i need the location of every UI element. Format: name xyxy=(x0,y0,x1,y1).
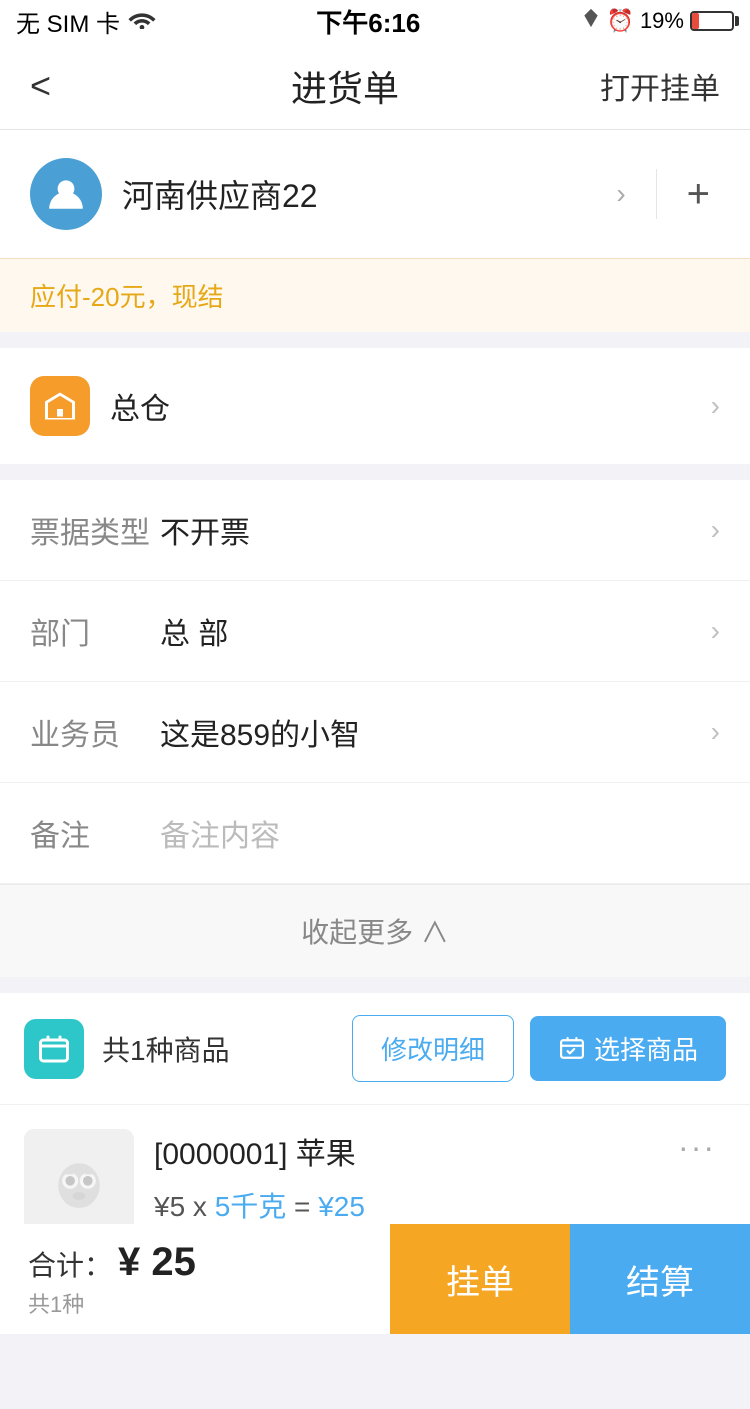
battery-icon xyxy=(690,11,734,31)
supplier-avatar xyxy=(30,158,102,230)
remark-input[interactable]: 备注内容 xyxy=(160,811,720,855)
carrier-text: 无 SIM 卡 xyxy=(16,4,120,39)
nav-bar: < 进货单 打开挂单 xyxy=(0,42,750,130)
price-qty: 5千克 xyxy=(215,1191,287,1222)
select-product-button[interactable]: 选择商品 xyxy=(530,1016,726,1081)
invoice-chevron-icon: › xyxy=(711,514,720,546)
alarm-icon: ⏰ xyxy=(607,8,634,34)
supplier-name: 河南供应商22 xyxy=(122,171,616,217)
divider xyxy=(656,169,657,219)
price-unit: ¥5 x xyxy=(154,1191,215,1222)
hang-button[interactable]: 挂单 xyxy=(390,1224,570,1334)
battery-pct: 19% xyxy=(640,8,684,34)
price-total: ¥25 xyxy=(318,1191,365,1222)
product-more-button[interactable]: ··· xyxy=(668,1129,726,1166)
open-hang-button[interactable]: 打开挂单 xyxy=(600,64,720,108)
notice-text: 应付-20元，现结 xyxy=(30,282,224,312)
warehouse-row[interactable]: 总仓 › xyxy=(0,348,750,464)
total-section: 合计： ¥ 25 共1种 xyxy=(0,1224,390,1334)
product-icon xyxy=(24,1019,84,1079)
status-bar: 无 SIM 卡 下午6:16 ⏰ 19% xyxy=(0,0,750,42)
supplier-card: 河南供应商22 › + 应付-20元，现结 xyxy=(0,130,750,332)
invoice-row[interactable]: 票据类型 不开票 › xyxy=(0,480,750,581)
product-info: [0000001] 苹果 ¥5 x 5千克 = ¥25 xyxy=(154,1129,668,1225)
dept-value: 总 部 xyxy=(160,609,711,653)
dept-label: 部门 xyxy=(30,609,160,653)
invoice-label: 票据类型 xyxy=(30,508,160,552)
price-eq: = xyxy=(286,1191,318,1222)
product-header: 共1种商品 修改明细 选择商品 xyxy=(0,993,750,1105)
invoice-value: 不开票 xyxy=(160,508,711,552)
total-count: 共1种 xyxy=(28,1287,362,1319)
wifi-icon xyxy=(128,7,156,36)
checkout-button[interactable]: 结算 xyxy=(570,1224,750,1334)
back-button[interactable]: < xyxy=(30,65,90,107)
collapse-button[interactable]: 收起更多 ∧ xyxy=(0,884,750,977)
product-price: ¥5 x 5千克 = ¥25 xyxy=(154,1185,668,1225)
page-title: 进货单 xyxy=(291,60,399,112)
dept-row[interactable]: 部门 总 部 › xyxy=(0,581,750,682)
warehouse-icon xyxy=(30,376,90,436)
status-right: ⏰ 19% xyxy=(581,7,734,35)
fields-card: 票据类型 不开票 › 部门 总 部 › 业务员 这是859的小智 › 备注 备注… xyxy=(0,480,750,977)
staff-chevron-icon: › xyxy=(711,716,720,748)
product-count: 共1种商品 xyxy=(102,1029,352,1069)
status-carrier: 无 SIM 卡 xyxy=(16,4,156,39)
supplier-row[interactable]: 河南供应商22 › + xyxy=(0,130,750,258)
location-icon xyxy=(581,7,601,35)
notice-bar: 应付-20元，现结 xyxy=(0,258,750,332)
supplier-chevron-icon: › xyxy=(616,178,625,210)
status-time: 下午6:16 xyxy=(316,3,420,40)
remark-row[interactable]: 备注 备注内容 xyxy=(0,783,750,884)
product-id: [0000001] xyxy=(154,1138,296,1171)
product-title: 苹果 xyxy=(296,1138,356,1171)
warehouse-chevron-icon: › xyxy=(711,390,720,422)
remark-label: 备注 xyxy=(30,811,160,855)
warehouse-name: 总仓 xyxy=(110,384,711,428)
product-thumbnail xyxy=(24,1129,134,1239)
bottom-bar: 合计： ¥ 25 共1种 挂单 结算 xyxy=(0,1224,750,1334)
product-section: 共1种商品 修改明细 选择商品 xyxy=(0,993,750,1263)
staff-value: 这是859的小智 xyxy=(160,710,711,754)
staff-row[interactable]: 业务员 这是859的小智 › xyxy=(0,682,750,783)
product-name: [0000001] 苹果 xyxy=(154,1129,668,1173)
add-supplier-button[interactable]: + xyxy=(677,172,720,217)
total-amount: ¥ 25 xyxy=(118,1240,196,1285)
modify-detail-button[interactable]: 修改明细 xyxy=(352,1015,514,1082)
total-label: 合计： xyxy=(28,1244,112,1284)
staff-label: 业务员 xyxy=(30,710,160,754)
warehouse-card: 总仓 › xyxy=(0,348,750,464)
select-product-label: 选择商品 xyxy=(594,1030,698,1067)
dept-chevron-icon: › xyxy=(711,615,720,647)
